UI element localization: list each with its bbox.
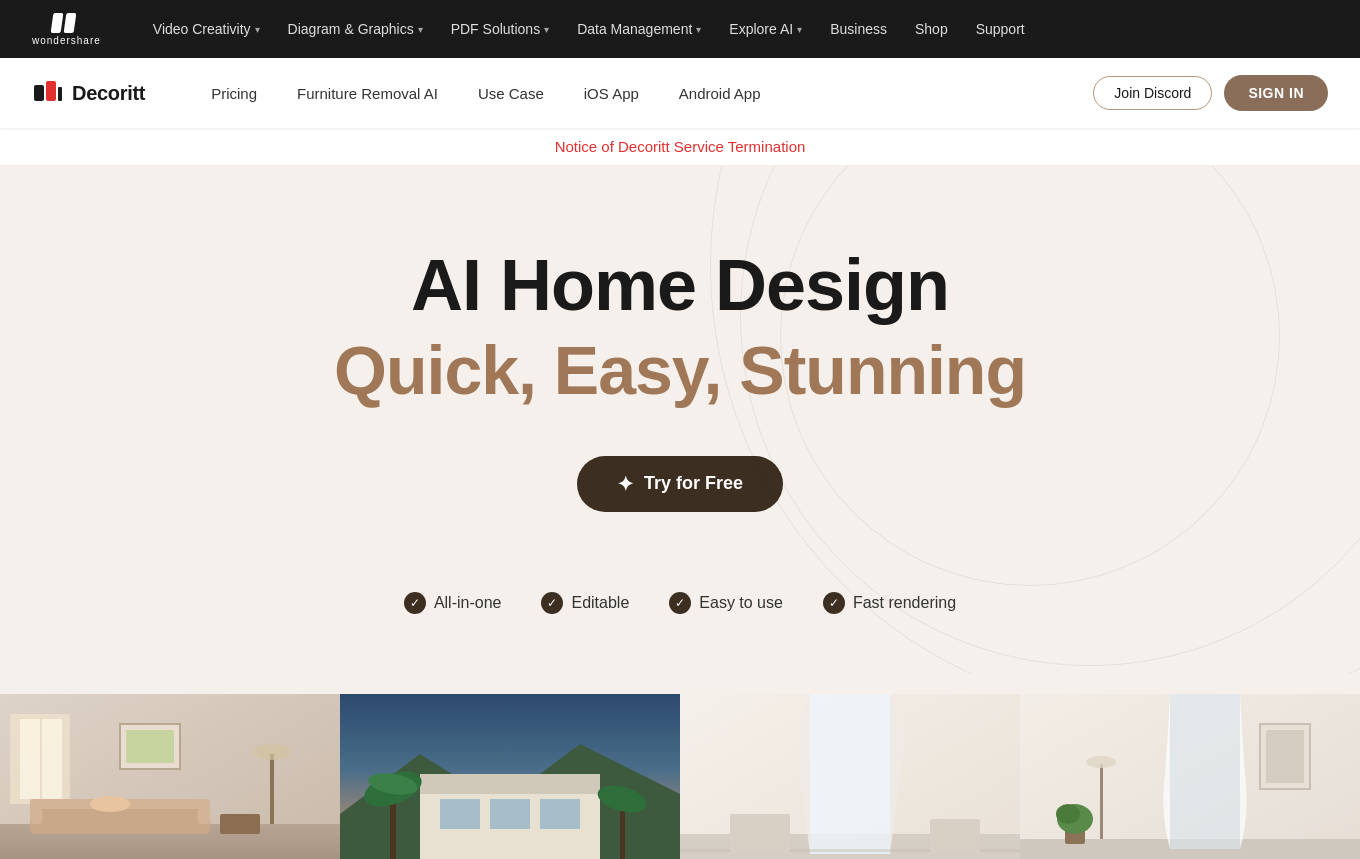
nav-pdf-solutions[interactable]: PDF Solutions ▾ <box>439 15 561 43</box>
chevron-icon: ▾ <box>797 24 802 35</box>
svg-rect-1 <box>46 81 56 101</box>
hero-title: AI Home Design <box>20 246 1340 325</box>
wondershare-logo[interactable]: wondershare <box>32 13 101 46</box>
svg-point-47 <box>1056 804 1080 824</box>
sparkle-icon: ✦ <box>617 472 634 496</box>
svg-rect-2 <box>58 87 62 101</box>
gallery-image-2 <box>340 694 680 859</box>
svg-rect-40 <box>1170 694 1240 849</box>
gallery-item <box>340 694 680 859</box>
gallery-item <box>0 694 340 859</box>
feature-label: All-in-one <box>434 594 502 612</box>
room-svg-3 <box>680 694 1020 859</box>
nav-data-management[interactable]: Data Management ▾ <box>565 15 713 43</box>
svg-rect-37 <box>930 819 980 854</box>
check-icon: ✓ <box>669 592 691 614</box>
features-row: ✓ All-in-one ✓ Editable ✓ Easy to use ✓ … <box>20 592 1340 614</box>
nav-android-app[interactable]: Android App <box>663 77 777 110</box>
chevron-icon: ▾ <box>696 24 701 35</box>
nav-shop[interactable]: Shop <box>903 15 960 43</box>
room-svg-1 <box>0 694 340 859</box>
feature-label: Editable <box>571 594 629 612</box>
feature-label: Fast rendering <box>853 594 956 612</box>
check-icon: ✓ <box>823 592 845 614</box>
hero-section: AI Home Design Quick, Easy, Stunning ✦ T… <box>0 166 1360 674</box>
notice-banner[interactable]: Notice of Decoritt Service Termination <box>0 128 1360 166</box>
hero-subtitle: Quick, Easy, Stunning <box>20 333 1340 408</box>
wondershare-logo-icon <box>52 13 80 33</box>
gallery <box>0 694 1360 859</box>
chevron-icon: ▾ <box>418 24 423 35</box>
svg-rect-36 <box>730 814 790 854</box>
feature-all-in-one: ✓ All-in-one <box>404 592 502 614</box>
svg-rect-28 <box>620 804 625 859</box>
nav-explore-ai[interactable]: Explore AI ▾ <box>717 15 814 43</box>
svg-rect-44 <box>1266 730 1304 783</box>
notice-text: Notice of Decoritt Service Termination <box>555 138 806 155</box>
chevron-icon: ▾ <box>544 24 549 35</box>
svg-point-12 <box>90 796 130 812</box>
nav-video-creativity[interactable]: Video Creativity ▾ <box>141 15 272 43</box>
room-svg-4 <box>1020 694 1360 859</box>
svg-rect-11 <box>198 802 210 824</box>
gallery-image-4 <box>1020 694 1360 859</box>
svg-rect-13 <box>220 814 260 834</box>
nav-ios-app[interactable]: iOS App <box>568 77 655 110</box>
gallery-item <box>680 694 1020 859</box>
top-nav-items: Video Creativity ▾ Diagram & Graphics ▾ … <box>141 15 1328 43</box>
svg-rect-0 <box>34 85 44 101</box>
nav-pricing[interactable]: Pricing <box>195 77 273 110</box>
decoritt-logo[interactable]: Decoritt <box>32 77 145 109</box>
top-nav: wondershare Video Creativity ▾ Diagram &… <box>0 0 1360 58</box>
check-icon: ✓ <box>404 592 426 614</box>
svg-rect-24 <box>540 799 580 829</box>
gallery-image-1 <box>0 694 340 859</box>
decoritt-logo-text: Decoritt <box>72 82 145 105</box>
svg-rect-14 <box>270 754 274 824</box>
feature-editable: ✓ Editable <box>541 592 629 614</box>
check-icon: ✓ <box>541 592 563 614</box>
try-for-free-button[interactable]: ✦ Try for Free <box>577 456 783 512</box>
nav-support[interactable]: Support <box>964 15 1037 43</box>
svg-rect-6 <box>20 719 40 799</box>
room-svg-2 <box>340 694 680 859</box>
nav-business[interactable]: Business <box>818 15 899 43</box>
svg-point-42 <box>1086 756 1116 768</box>
sign-in-button[interactable]: SIGN IN <box>1224 75 1328 111</box>
second-nav-items: Pricing Furniture Removal AI Use Case iO… <box>195 77 1093 110</box>
second-nav-actions: Join Discord SIGN IN <box>1093 75 1328 111</box>
feature-label: Easy to use <box>699 594 783 612</box>
feature-fast-rendering: ✓ Fast rendering <box>823 592 956 614</box>
nav-furniture-removal[interactable]: Furniture Removal AI <box>281 77 454 110</box>
second-nav: Decoritt Pricing Furniture Removal AI Us… <box>0 58 1360 128</box>
chevron-icon: ▾ <box>255 24 260 35</box>
svg-rect-34 <box>810 694 890 854</box>
gallery-image-3 <box>680 694 1020 859</box>
try-button-label: Try for Free <box>644 473 743 494</box>
gallery-item <box>1020 694 1360 859</box>
nav-diagram-graphics[interactable]: Diagram & Graphics ▾ <box>276 15 435 43</box>
svg-rect-21 <box>420 774 600 794</box>
svg-point-15 <box>254 744 290 760</box>
decoritt-logo-icon <box>32 77 64 109</box>
svg-rect-10 <box>30 802 42 824</box>
feature-easy-to-use: ✓ Easy to use <box>669 592 783 614</box>
wondershare-logo-text: wondershare <box>32 35 101 46</box>
svg-rect-41 <box>1100 764 1103 839</box>
svg-rect-22 <box>440 799 480 829</box>
svg-rect-17 <box>126 730 174 763</box>
nav-use-case[interactable]: Use Case <box>462 77 560 110</box>
svg-rect-23 <box>490 799 530 829</box>
svg-rect-7 <box>42 719 62 799</box>
join-discord-button[interactable]: Join Discord <box>1093 76 1212 110</box>
